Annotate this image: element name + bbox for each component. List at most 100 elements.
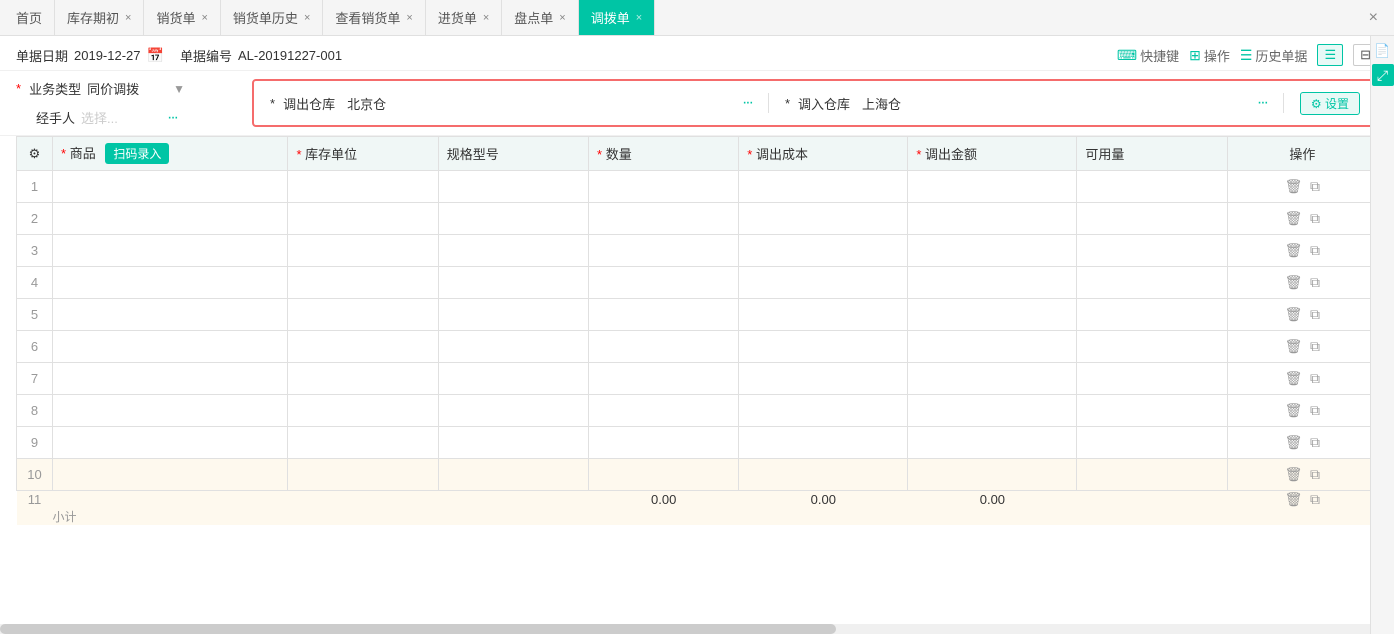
gear-icon[interactable]: ⚙ — [29, 146, 41, 161]
row-cost-8[interactable] — [739, 395, 908, 427]
row-unit-4[interactable] — [288, 267, 438, 299]
row-cost-4[interactable] — [739, 267, 908, 299]
row-unit-2[interactable] — [288, 203, 438, 235]
row-qty-5[interactable] — [589, 299, 739, 331]
row-qty-2[interactable] — [589, 203, 739, 235]
row-spec-4[interactable] — [438, 267, 588, 299]
row-spec-1[interactable] — [438, 171, 588, 203]
row-product-3[interactable] — [53, 235, 288, 267]
row-spec-6[interactable] — [438, 331, 588, 363]
warehouse-out-more-icon[interactable]: ··· — [742, 94, 752, 112]
row-unit-9[interactable] — [288, 427, 438, 459]
tab-inventory-count[interactable]: 盘点单 × — [502, 0, 578, 35]
row-product-6[interactable] — [53, 331, 288, 363]
row-copy-icon-8[interactable]: ⧉ — [1310, 402, 1320, 419]
row-available-7[interactable] — [1077, 363, 1227, 395]
row-copy-icon-1[interactable]: ⧉ — [1310, 178, 1320, 195]
tab-home[interactable]: 首页 — [4, 0, 55, 35]
row-copy-icon-4[interactable]: ⧉ — [1310, 274, 1320, 291]
tab-inventory-init-close[interactable]: × — [125, 12, 131, 24]
tab-purchase-order[interactable]: 进货单 × — [426, 0, 502, 35]
row-amount-1[interactable] — [908, 171, 1077, 203]
row-amount-7[interactable] — [908, 363, 1077, 395]
row-cost-5[interactable] — [739, 299, 908, 331]
tab-inventory-init[interactable]: 库存期初 × — [55, 0, 144, 35]
row-amount-4[interactable] — [908, 267, 1077, 299]
row-product-5[interactable] — [53, 299, 288, 331]
tab-view-sales[interactable]: 查看销货单 × — [323, 0, 425, 35]
row-product-1[interactable] — [53, 171, 288, 203]
sidebar-doc-icon[interactable]: 📄 — [1372, 40, 1394, 62]
row-delete-icon-8[interactable]: 🗑 — [1285, 402, 1303, 419]
col-gear[interactable]: ⚙ — [17, 137, 53, 171]
sidebar-expand-icon[interactable]: ⤢ — [1372, 64, 1394, 86]
row-copy-icon-6[interactable]: ⧉ — [1310, 338, 1320, 355]
row-cost-7[interactable] — [739, 363, 908, 395]
subtotal-delete-icon[interactable]: 🗑 — [1285, 491, 1303, 508]
tab-sales-order[interactable]: 销货单 × — [144, 0, 220, 35]
row-unit-5[interactable] — [288, 299, 438, 331]
row-available-8[interactable] — [1077, 395, 1227, 427]
scan-button[interactable]: 扫码录入 — [105, 143, 169, 164]
row-unit-1[interactable] — [288, 171, 438, 203]
row-amount-10[interactable] — [908, 459, 1077, 491]
row-unit-3[interactable] — [288, 235, 438, 267]
business-type-value[interactable]: 同价调拨 — [87, 79, 167, 98]
row-spec-2[interactable] — [438, 203, 588, 235]
row-product-7[interactable] — [53, 363, 288, 395]
row-product-8[interactable] — [53, 395, 288, 427]
date-value[interactable]: 2019-12-27 — [74, 48, 141, 63]
row-cost-9[interactable] — [739, 427, 908, 459]
row-delete-icon-1[interactable]: 🗑 — [1285, 178, 1303, 195]
row-delete-icon-4[interactable]: 🗑 — [1285, 274, 1303, 291]
row-delete-icon-7[interactable]: 🗑 — [1285, 370, 1303, 387]
row-delete-icon-3[interactable]: 🗑 — [1285, 242, 1303, 259]
history-action[interactable]: ☰ 历史单据 — [1240, 46, 1308, 65]
tab-sales-history[interactable]: 销货单历史 × — [221, 0, 323, 35]
tab-view-sales-close[interactable]: × — [406, 12, 412, 24]
row-copy-icon-2[interactable]: ⧉ — [1310, 210, 1320, 227]
horizontal-scrollbar[interactable] — [0, 624, 1394, 634]
row-available-1[interactable] — [1077, 171, 1227, 203]
tab-transfer-order-close[interactable]: × — [636, 12, 642, 24]
row-copy-icon-9[interactable]: ⧉ — [1310, 434, 1320, 451]
row-amount-5[interactable] — [908, 299, 1077, 331]
row-copy-icon-7[interactable]: ⧉ — [1310, 370, 1320, 387]
row-cost-3[interactable] — [739, 235, 908, 267]
row-qty-1[interactable] — [589, 171, 739, 203]
shortcut-action[interactable]: ⌨ 快捷键 — [1117, 46, 1179, 65]
handler-value[interactable]: 选择... — [81, 108, 161, 127]
row-spec-10[interactable] — [438, 459, 588, 491]
calendar-icon[interactable]: 📅 — [147, 47, 164, 64]
row-qty-9[interactable] — [589, 427, 739, 459]
row-amount-6[interactable] — [908, 331, 1077, 363]
row-copy-icon-3[interactable]: ⧉ — [1310, 242, 1320, 259]
row-qty-6[interactable] — [589, 331, 739, 363]
row-product-10[interactable] — [53, 459, 288, 491]
row-unit-8[interactable] — [288, 395, 438, 427]
row-spec-3[interactable] — [438, 235, 588, 267]
row-delete-icon-9[interactable]: 🗑 — [1285, 434, 1303, 451]
row-cost-6[interactable] — [739, 331, 908, 363]
warehouse-in-value[interactable]: 上海仓 — [862, 94, 901, 113]
row-amount-2[interactable] — [908, 203, 1077, 235]
row-amount-9[interactable] — [908, 427, 1077, 459]
row-amount-3[interactable] — [908, 235, 1077, 267]
row-copy-icon-10[interactable]: ⧉ — [1310, 466, 1320, 483]
row-qty-8[interactable] — [589, 395, 739, 427]
row-delete-icon-6[interactable]: 🗑 — [1285, 338, 1303, 355]
row-cost-1[interactable] — [739, 171, 908, 203]
scrollbar-thumb[interactable] — [0, 624, 836, 634]
row-available-2[interactable] — [1077, 203, 1227, 235]
tab-purchase-order-close[interactable]: × — [483, 12, 489, 24]
row-qty-10[interactable] — [589, 459, 739, 491]
row-delete-icon-2[interactable]: 🗑 — [1285, 210, 1303, 227]
row-spec-8[interactable] — [438, 395, 588, 427]
row-unit-6[interactable] — [288, 331, 438, 363]
row-amount-8[interactable] — [908, 395, 1077, 427]
row-available-9[interactable] — [1077, 427, 1227, 459]
row-product-4[interactable] — [53, 267, 288, 299]
warehouse-out-value[interactable]: 北京仓 — [347, 94, 386, 113]
row-product-9[interactable] — [53, 427, 288, 459]
list-view-button-1[interactable]: ☰ — [1317, 44, 1343, 66]
